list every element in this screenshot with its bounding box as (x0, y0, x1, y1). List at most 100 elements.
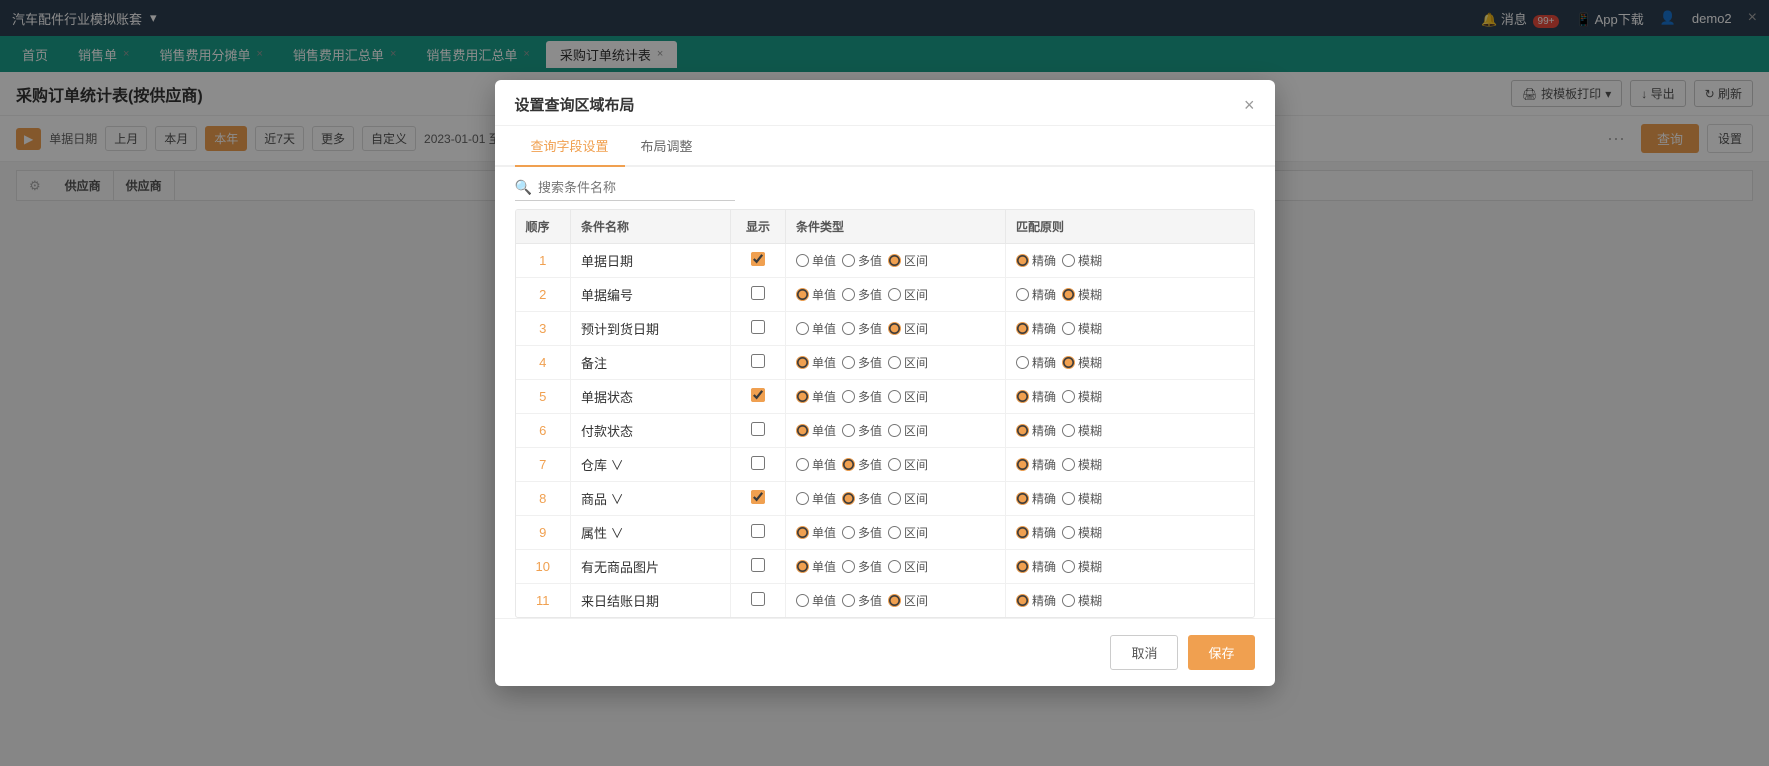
type-radio-item[interactable]: 区间 (888, 490, 928, 507)
type-radio-item[interactable]: 多值 (842, 320, 882, 337)
type-radio-item[interactable]: 单值 (796, 592, 836, 609)
cell-type: 单值多值区间 (786, 312, 1006, 346)
type-radio-item[interactable]: 区间 (888, 456, 928, 473)
cell-display[interactable] (731, 414, 786, 448)
match-radio-item[interactable]: 精确 (1016, 286, 1056, 303)
cell-name: 有无商品图片 (571, 550, 731, 584)
cell-display[interactable] (731, 550, 786, 584)
type-radio-item[interactable]: 单值 (796, 456, 836, 473)
table-row: 2单据编号单值多值区间精确模糊 (516, 278, 1254, 312)
type-radio-item[interactable]: 单值 (796, 388, 836, 405)
display-checkbox[interactable] (751, 524, 765, 538)
match-radio-item[interactable]: 模糊 (1062, 456, 1102, 473)
type-radio-item[interactable]: 单值 (796, 286, 836, 303)
display-checkbox[interactable] (751, 252, 765, 266)
type-radio-item[interactable]: 单值 (796, 422, 836, 439)
match-radio-item[interactable]: 精确 (1016, 422, 1056, 439)
match-radio-item[interactable]: 精确 (1016, 354, 1056, 371)
cell-type: 单值多值区间 (786, 448, 1006, 482)
match-radio-item[interactable]: 模糊 (1062, 354, 1102, 371)
match-radio-item[interactable]: 精确 (1016, 524, 1056, 541)
type-radio-item[interactable]: 区间 (888, 286, 928, 303)
cell-order: 11 (516, 584, 571, 618)
display-checkbox[interactable] (751, 388, 765, 402)
cell-display[interactable] (731, 482, 786, 516)
cell-display[interactable] (731, 380, 786, 414)
cell-type: 单值多值区间 (786, 278, 1006, 312)
cell-display[interactable] (731, 584, 786, 618)
display-checkbox[interactable] (751, 422, 765, 436)
match-radio-item[interactable]: 精确 (1016, 490, 1056, 507)
display-checkbox[interactable] (751, 490, 765, 504)
cell-display[interactable] (731, 244, 786, 278)
type-radio-item[interactable]: 单值 (796, 354, 836, 371)
type-radio-item[interactable]: 区间 (888, 524, 928, 541)
match-radio-item[interactable]: 模糊 (1062, 286, 1102, 303)
cell-display[interactable] (731, 448, 786, 482)
type-radio-item[interactable]: 单值 (796, 524, 836, 541)
match-radio-item[interactable]: 精确 (1016, 558, 1056, 575)
match-radio-item[interactable]: 模糊 (1062, 558, 1102, 575)
match-radio-item[interactable]: 精确 (1016, 456, 1056, 473)
cell-display[interactable] (731, 346, 786, 380)
display-checkbox[interactable] (751, 592, 765, 606)
dialog-title: 设置查询区域布局 (515, 94, 635, 115)
tab-query-fields[interactable]: 查询字段设置 (515, 126, 625, 167)
type-radio-item[interactable]: 多值 (842, 388, 882, 405)
tab-layout[interactable]: 布局调整 (625, 126, 709, 167)
type-radio-item[interactable]: 多值 (842, 422, 882, 439)
cell-type: 单值多值区间 (786, 482, 1006, 516)
type-radio-item[interactable]: 单值 (796, 252, 836, 269)
match-radio-item[interactable]: 精确 (1016, 320, 1056, 337)
type-radio-item[interactable]: 区间 (888, 354, 928, 371)
cell-match: 精确模糊 (1006, 278, 1254, 312)
cell-name: 属性 ∨ (571, 516, 731, 550)
match-radio-item[interactable]: 精确 (1016, 592, 1056, 609)
display-checkbox[interactable] (751, 456, 765, 470)
match-radio-item[interactable]: 模糊 (1062, 252, 1102, 269)
type-radio-item[interactable]: 单值 (796, 490, 836, 507)
th-order: 顺序 (516, 210, 571, 244)
dialog-close-btn[interactable]: × (1244, 96, 1255, 114)
match-radio-item[interactable]: 模糊 (1062, 388, 1102, 405)
type-radio-item[interactable]: 区间 (888, 320, 928, 337)
type-radio-item[interactable]: 多值 (842, 592, 882, 609)
cell-display[interactable] (731, 516, 786, 550)
type-radio-item[interactable]: 多值 (842, 524, 882, 541)
type-radio-item[interactable]: 区间 (888, 252, 928, 269)
match-radio-item[interactable]: 精确 (1016, 388, 1056, 405)
type-radio-item[interactable]: 区间 (888, 422, 928, 439)
type-radio-item[interactable]: 区间 (888, 558, 928, 575)
cell-name: 预计到货日期 (571, 312, 731, 346)
display-checkbox[interactable] (751, 286, 765, 300)
type-radio-item[interactable]: 多值 (842, 558, 882, 575)
type-radio-item[interactable]: 多值 (842, 456, 882, 473)
type-radio-item[interactable]: 区间 (888, 592, 928, 609)
cell-order: 10 (516, 550, 571, 584)
match-radio-item[interactable]: 模糊 (1062, 320, 1102, 337)
display-checkbox[interactable] (751, 320, 765, 334)
match-radio-item[interactable]: 模糊 (1062, 422, 1102, 439)
type-radio-item[interactable]: 单值 (796, 558, 836, 575)
type-radio-item[interactable]: 多值 (842, 354, 882, 371)
cell-match: 精确模糊 (1006, 346, 1254, 380)
match-radio-item[interactable]: 精确 (1016, 252, 1056, 269)
match-radio-item[interactable]: 模糊 (1062, 490, 1102, 507)
type-radio-item[interactable]: 多值 (842, 490, 882, 507)
type-radio-item[interactable]: 多值 (842, 252, 882, 269)
match-radio-item[interactable]: 模糊 (1062, 524, 1102, 541)
type-radio-item[interactable]: 区间 (888, 388, 928, 405)
match-radio-item[interactable]: 模糊 (1062, 592, 1102, 609)
cell-display[interactable] (731, 312, 786, 346)
type-radio-item[interactable]: 单值 (796, 320, 836, 337)
cell-name: 来日结账日期 (571, 584, 731, 618)
cancel-button[interactable]: 取消 (1110, 635, 1178, 670)
th-display: 显示 (731, 210, 786, 244)
cell-display[interactable] (731, 278, 786, 312)
search-input[interactable] (538, 180, 735, 195)
display-checkbox[interactable] (751, 354, 765, 368)
save-button[interactable]: 保存 (1188, 635, 1254, 670)
type-radio-item[interactable]: 多值 (842, 286, 882, 303)
display-checkbox[interactable] (751, 558, 765, 572)
cell-match: 精确模糊 (1006, 448, 1254, 482)
